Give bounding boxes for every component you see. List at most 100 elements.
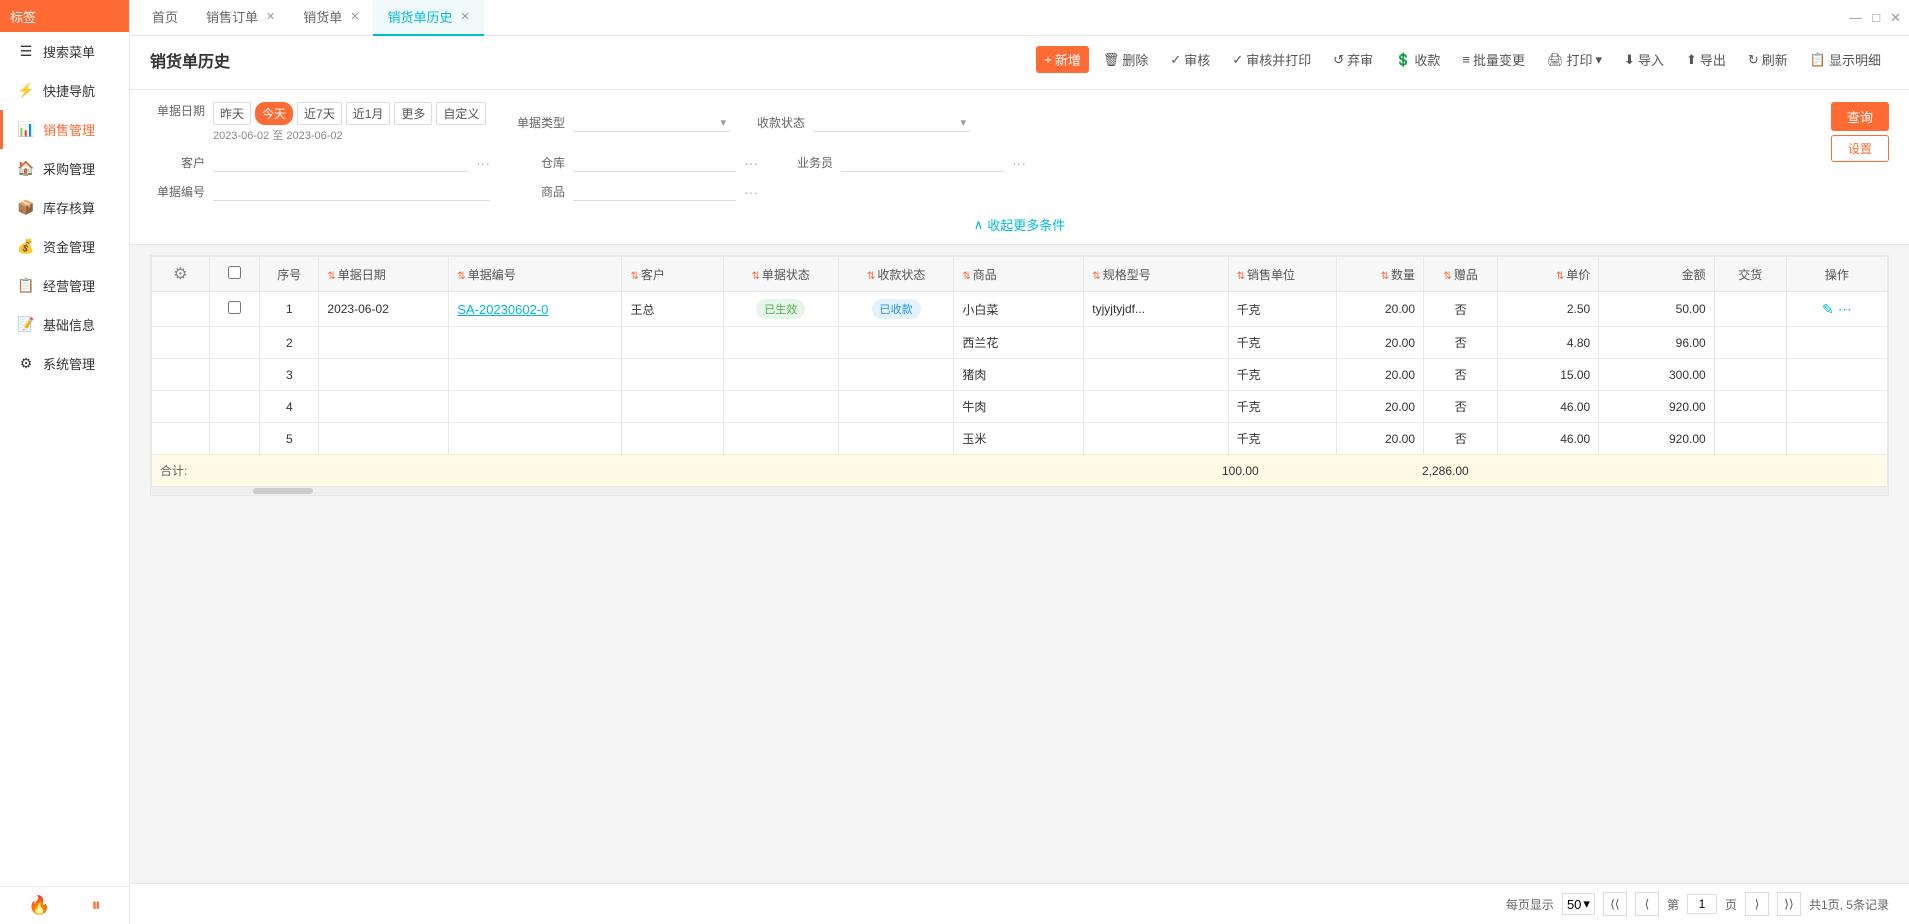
row-date [319,359,449,391]
col-check-header[interactable] [209,257,260,292]
customer-input[interactable] [213,153,468,172]
date-btn-more[interactable]: 更多 [394,102,432,125]
doc-code-link[interactable]: SA-20230602-0 [457,302,548,317]
sidebar-item-sales-mgmt[interactable]: 📊 销售管理 [0,110,129,149]
sidebar-item-label: 采购管理 [43,159,95,178]
tab-sales-history-close[interactable]: ✕ [461,10,470,23]
col-customer-header[interactable]: ⇅客户 [622,257,723,292]
pause-icon[interactable]: ⏸ [92,895,101,916]
refresh-icon: ↻ [1748,52,1759,68]
sidebar-item-basic-info[interactable]: 📝 基础信息 [0,305,129,344]
col-transaction-header: 交货 [1714,257,1786,292]
row-code [449,327,622,359]
row-check[interactable] [209,327,260,359]
row-qty: 20.00 [1337,327,1424,359]
quick-nav-icon: ⚡ [17,82,35,99]
audit-print-button[interactable]: ✓ 审核并打印 [1224,46,1319,73]
delete-button[interactable]: 🗑 删除 [1095,46,1157,73]
sidebar-item-inventory[interactable]: 📦 库存核算 [0,188,129,227]
tab-sales-goods-close[interactable]: ✕ [350,10,359,23]
row-check[interactable] [209,423,260,455]
staff-more[interactable]: ··· [1012,155,1026,171]
row-check[interactable] [209,292,260,327]
col-code-header[interactable]: ⇅单据编号 [449,257,622,292]
refresh-button[interactable]: ↻ 刷新 [1740,46,1796,73]
goods-more[interactable]: ··· [744,184,758,200]
doc-type-select[interactable]: ▾ [573,114,730,132]
goods-input[interactable] [573,182,736,201]
next-page-btn[interactable]: ⟩ [1745,892,1769,916]
date-btn-custom[interactable]: 自定义 [436,102,486,125]
staff-input[interactable] [841,153,1004,172]
prev-page-btn[interactable]: ⟨ [1635,892,1659,916]
sidebar-item-sys-mgmt[interactable]: ⚙ 系统管理 [0,344,129,383]
table-row: 5 玉米 千克 20.00 否 46.00 920.00 [152,423,1888,455]
tab-sales-history[interactable]: 销货单历史 ✕ [373,0,483,36]
date-btn-today[interactable]: 今天 [255,102,293,125]
print-button[interactable]: 🖨 打印 ▾ [1539,46,1610,73]
import-button[interactable]: ⬇ 导入 [1616,46,1672,73]
edit-icon[interactable]: ✎ [1822,301,1834,317]
row-checkbox[interactable] [228,301,241,314]
query-button[interactable]: 查询 [1831,102,1889,131]
col-gift-header[interactable]: ⇅赠品 [1424,257,1498,292]
col-spec-header[interactable]: ⇅规格型号 [1084,257,1228,292]
row-check[interactable] [209,359,260,391]
check-all[interactable] [228,266,241,279]
export-button[interactable]: ⬆ 导出 [1678,46,1734,73]
col-unit-header[interactable]: ⇅销售单位 [1228,257,1337,292]
tab-sales-order-close[interactable]: ✕ [266,10,275,23]
first-page-btn[interactable]: ⟨⟨ [1603,892,1627,916]
audit-button[interactable]: ✓ 审核 [1162,46,1218,73]
minimize-btn[interactable]: — [1849,10,1862,25]
doc-no-input[interactable] [213,182,490,201]
col-settings-header[interactable]: ⚙ [152,257,210,292]
maximize-btn[interactable]: □ [1872,10,1880,25]
col-date-header[interactable]: ⇅单据日期 [319,257,449,292]
warehouse-more[interactable]: ··· [744,155,758,171]
collect-button[interactable]: 💲 收款 [1387,46,1448,73]
show-detail-button[interactable]: 📋 显示明细 [1802,46,1889,73]
row-code [449,423,622,455]
col-price-header[interactable]: ⇅单价 [1498,257,1599,292]
row-qty: 20.00 [1337,292,1424,327]
batch-change-button[interactable]: ≡ 批量变更 [1454,46,1533,73]
close-btn[interactable]: ✕ [1890,10,1901,26]
tab-home[interactable]: 首页 [138,0,192,36]
date-btn-yesterday[interactable]: 昨天 [213,102,251,125]
date-btn-7days[interactable]: 近7天 [297,102,342,125]
horizontal-scrollbar[interactable] [151,487,1888,495]
collapse-btn[interactable]: ∧ 收起更多条件 [150,211,1889,238]
tab-sales-order[interactable]: 销售订单 ✕ [192,0,289,36]
sidebar-item-purchase-mgmt[interactable]: 🏠 采购管理 [0,149,129,188]
more-icon[interactable]: ⋯ [1838,301,1852,317]
scroll-thumb[interactable] [253,488,313,494]
per-page-label: 每页显示 [1506,896,1554,913]
sidebar-item-quick-nav[interactable]: ⚡ 快捷导航 [0,71,129,110]
pay-status-select[interactable]: ▾ [813,114,970,132]
date-btn-1month[interactable]: 近1月 [346,102,391,125]
row-no: 4 [260,391,319,423]
inventory-icon: 📦 [17,199,35,216]
col-qty-header[interactable]: ⇅数量 [1337,257,1424,292]
sidebar-item-operations[interactable]: 📋 经营管理 [0,266,129,305]
col-order-status-header[interactable]: ⇅单据状态 [723,257,838,292]
new-button[interactable]: + 新增 [1036,46,1089,73]
last-page-btn[interactable]: ⟩⟩ [1777,892,1801,916]
per-page-select[interactable]: 50 ▾ [1562,893,1595,915]
col-goods-header[interactable]: ⇅商品 [954,257,1084,292]
row-check[interactable] [209,391,260,423]
tab-bar: 首页 销售订单 ✕ 销货单 ✕ 销货单历史 ✕ — □ ✕ [130,0,1909,36]
col-pay-status-header[interactable]: ⇅收款状态 [838,257,953,292]
fire-icon[interactable]: 🔥 [28,895,50,916]
abandon-button[interactable]: ↺ 弃审 [1325,46,1381,73]
page-input[interactable] [1687,894,1717,914]
set-button[interactable]: 设置 [1831,135,1889,162]
customer-more[interactable]: ··· [476,155,490,171]
warehouse-input[interactable] [573,153,736,172]
settings-gear-icon[interactable]: ⚙ [173,266,187,283]
sidebar-item-finance[interactable]: 💰 资金管理 [0,227,129,266]
footer-label: 合计: [160,462,210,479]
sidebar-item-search-menu[interactable]: ☰ 搜索菜单 [0,32,129,71]
tab-sales-goods[interactable]: 销货单 ✕ [289,0,373,36]
